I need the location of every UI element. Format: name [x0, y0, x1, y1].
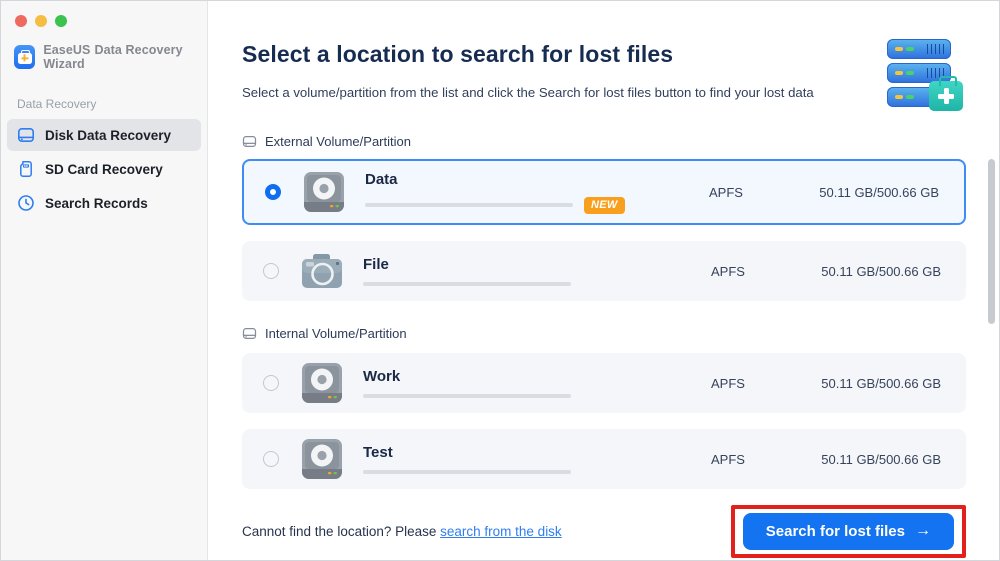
close-window-button[interactable]	[15, 15, 27, 27]
sidebar-item-sd-card-recovery[interactable]: SD Card Recovery	[7, 153, 201, 185]
sidebar: EaseUS Data Recovery Wizard Data Recovery…	[1, 1, 208, 560]
capacity-bar	[363, 282, 571, 286]
volume-name: Work	[363, 368, 401, 385]
recovery-kit-icon	[929, 76, 963, 111]
footer-bar: Cannot find the location? Please search …	[242, 505, 966, 558]
new-badge: NEW	[584, 196, 625, 214]
drives-illustration	[887, 39, 965, 115]
server-bar-icon	[887, 39, 951, 59]
volume-row-file[interactable]: File APFS 50.11 GB/500.66 GB	[242, 241, 966, 301]
section-header-internal: Internal Volume/Partition	[242, 326, 966, 341]
sidebar-item-label: Disk Data Recovery	[45, 127, 172, 143]
hard-drive-icon	[299, 362, 345, 404]
radio-selected[interactable]	[265, 184, 281, 200]
hard-drive-icon	[301, 171, 347, 213]
capacity-bar	[365, 203, 573, 207]
window-controls	[1, 15, 207, 27]
radio-unselected[interactable]	[263, 263, 279, 279]
volume-filesystem: APFS	[711, 375, 745, 391]
capacity-bar	[363, 394, 571, 398]
footer-hint: Cannot find the location? Please search …	[242, 524, 562, 539]
zoom-window-button[interactable]	[55, 15, 67, 27]
volume-size: 50.11 GB/500.66 GB	[821, 375, 941, 391]
arrow-right-icon: →	[915, 522, 931, 539]
volume-filesystem: APFS	[711, 263, 745, 279]
camera-icon	[299, 251, 345, 291]
page-subtitle: Select a volume/partition from the list …	[242, 85, 814, 100]
app-title: EaseUS Data Recovery Wizard	[43, 43, 183, 71]
volume-row-test[interactable]: Test APFS 50.11 GB/500.66 GB	[242, 429, 966, 489]
easeus-logo-icon	[14, 45, 36, 69]
sidebar-item-search-records[interactable]: Search Records	[7, 187, 201, 219]
volume-icon	[242, 136, 257, 147]
app-brand: EaseUS Data Recovery Wizard	[1, 27, 207, 71]
disk-icon	[17, 127, 34, 142]
section-header-external: External Volume/Partition	[242, 134, 966, 149]
volume-size: 50.11 GB/500.66 GB	[821, 263, 941, 279]
volume-filesystem: APFS	[709, 184, 743, 200]
volume-row-data[interactable]: Data NEW APFS 50.11 GB/500.66 GB	[242, 159, 966, 225]
volume-name: File	[363, 256, 389, 273]
capacity-bar	[363, 470, 571, 474]
sidebar-item-label: Search Records	[45, 195, 148, 211]
sidebar-section-label: Data Recovery	[17, 97, 97, 111]
sd-card-icon	[20, 161, 32, 177]
volume-icon	[242, 328, 257, 339]
sidebar-item-label: SD Card Recovery	[45, 161, 163, 177]
volume-name: Data	[365, 170, 398, 188]
vertical-scrollbar-thumb[interactable]	[988, 159, 995, 324]
clock-icon	[18, 195, 34, 211]
volume-size: 50.11 GB/500.66 GB	[819, 184, 939, 200]
main-panel: Select a location to search for lost fil…	[208, 1, 999, 560]
search-from-disk-link[interactable]: search from the disk	[440, 524, 562, 539]
radio-unselected[interactable]	[263, 451, 279, 467]
sidebar-item-disk-data-recovery[interactable]: Disk Data Recovery	[7, 119, 201, 151]
volume-size: 50.11 GB/500.66 GB	[821, 451, 941, 467]
search-for-lost-files-button[interactable]: Search for lost files →	[742, 513, 954, 550]
app-window: EaseUS Data Recovery Wizard Data Recovery…	[0, 0, 1000, 561]
minimize-window-button[interactable]	[35, 15, 47, 27]
page-title: Select a location to search for lost fil…	[242, 41, 674, 67]
volume-name: Test	[363, 444, 393, 461]
annotation-highlight-box: Search for lost files →	[730, 505, 966, 558]
volume-row-work[interactable]: Work APFS 50.11 GB/500.66 GB	[242, 353, 966, 413]
volume-filesystem: APFS	[711, 451, 745, 467]
radio-unselected[interactable]	[263, 375, 279, 391]
hard-drive-icon	[299, 438, 345, 480]
